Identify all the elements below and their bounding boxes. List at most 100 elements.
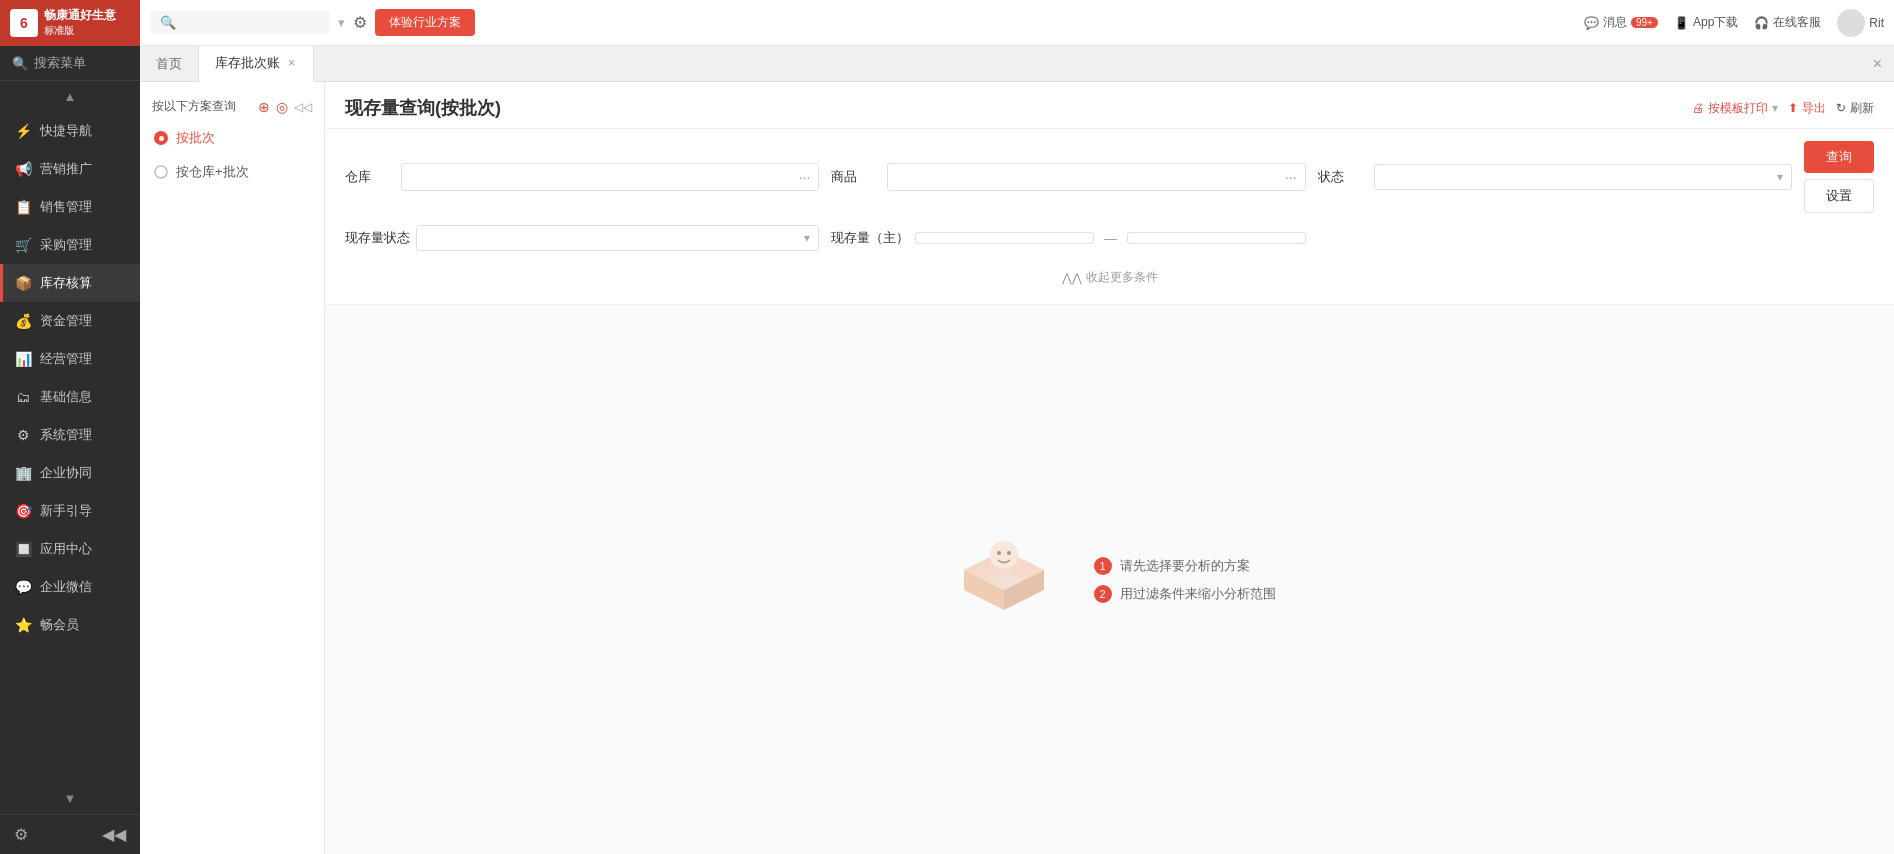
messages-badge: 99+ xyxy=(1631,17,1658,28)
query-button[interactable]: 查询 xyxy=(1804,141,1874,173)
sidebar-item-sales[interactable]: 📋 销售管理 xyxy=(0,188,140,226)
sidebar-item-label: 企业协同 xyxy=(40,464,92,482)
radio-by-batch xyxy=(154,131,168,145)
sidebar-item-label: 营销推广 xyxy=(40,160,92,178)
tab-close-right-icon[interactable]: × xyxy=(1861,46,1894,81)
sidebar-item-finance[interactable]: 💰 资金管理 xyxy=(0,302,140,340)
goods-input[interactable]: ··· xyxy=(887,163,1305,191)
sidebar-item-label: 资金管理 xyxy=(40,312,92,330)
sidebar-item-business[interactable]: 📊 经营管理 xyxy=(0,340,140,378)
query-area: 现存量查询(按批次) 🖨 按模板打印 ▾ ⬆ 导出 ↻ 刷新 xyxy=(325,82,1894,854)
sidebar-nav: ⚡ 快捷导航 📢 营销推广 📋 销售管理 🛒 采购管理 📦 库存核算 💰 资金管… xyxy=(0,112,140,783)
tab-close-icon[interactable]: × xyxy=(286,54,297,72)
enterprise-icon: 🏢 xyxy=(14,464,32,482)
gear-icon[interactable]: ⚙ xyxy=(14,825,28,844)
svg-point-6 xyxy=(997,551,1001,555)
tabbar: 首页 库存批次账 × × xyxy=(140,46,1894,82)
app-name: 畅康通好生意 xyxy=(44,8,116,24)
sidebar-item-enterprise[interactable]: 🏢 企业协同 xyxy=(0,454,140,492)
sidebar-item-basic[interactable]: 🗂 基础信息 xyxy=(0,378,140,416)
stock-qty-dash: — xyxy=(1100,231,1121,246)
filter-row-1: 仓库 ··· 商品 ··· 状态 xyxy=(345,141,1874,213)
experience-btn[interactable]: 体验行业方案 xyxy=(375,9,475,36)
newguide-icon: 🎯 xyxy=(14,502,32,520)
tab-inventory-batch[interactable]: 库存批次账 × xyxy=(199,46,314,82)
stock-qty-max-input[interactable] xyxy=(1127,232,1306,244)
add-scheme-icon[interactable]: ⊕ xyxy=(258,99,270,115)
wechat-icon: 💬 xyxy=(14,578,32,596)
scroll-down-arrow[interactable]: ▼ xyxy=(60,787,81,810)
sales-icon: 📋 xyxy=(14,198,32,216)
stock-status-dropdown-icon[interactable]: ▾ xyxy=(804,231,810,245)
empty-tips: 1 请先选择要分析的方案 2 用过滤条件来缩小分析范围 xyxy=(1094,557,1276,603)
sidebar-item-system[interactable]: ⚙ 系统管理 xyxy=(0,416,140,454)
status-select[interactable]: ▾ xyxy=(1374,164,1792,190)
stock-qty-min-input[interactable] xyxy=(915,232,1094,244)
user-item[interactable]: Rit xyxy=(1837,9,1884,37)
tab-home[interactable]: 首页 xyxy=(140,46,199,81)
warehouse-field: 仓库 ··· xyxy=(345,163,819,191)
collapse-filter-icon[interactable]: ◁◁ xyxy=(294,100,312,114)
settings-icon[interactable]: ⚙ xyxy=(353,13,367,32)
sidebar-item-apps[interactable]: 🔲 应用中心 xyxy=(0,530,140,568)
empty-illustration xyxy=(944,510,1064,649)
messages-item[interactable]: 💬 消息 99+ xyxy=(1584,14,1658,31)
user-name: Rit xyxy=(1869,16,1884,30)
collapse-label: 收起更多条件 xyxy=(1086,269,1158,286)
settings-button[interactable]: 设置 xyxy=(1804,179,1874,213)
sidebar-item-purchase[interactable]: 🛒 采购管理 xyxy=(0,226,140,264)
topbar-search-box[interactable]: 🔍 xyxy=(150,11,330,34)
tab-home-label: 首页 xyxy=(156,55,182,73)
sidebar-item-quick-nav[interactable]: ⚡ 快捷导航 xyxy=(0,112,140,150)
business-icon: 📊 xyxy=(14,350,32,368)
tip-2-num: 2 xyxy=(1094,585,1112,603)
system-icon: ⚙ xyxy=(14,426,32,444)
sidebar-item-wechat[interactable]: 💬 企业微信 xyxy=(0,568,140,606)
dropdown-arrow-icon[interactable]: ▾ xyxy=(338,15,345,30)
warehouse-input[interactable]: ··· xyxy=(401,163,819,191)
goods-ellipsis-icon[interactable]: ··· xyxy=(1285,169,1297,185)
sidebar-search[interactable]: 🔍 搜索菜单 xyxy=(0,46,140,81)
svg-point-7 xyxy=(1007,551,1011,555)
svg-point-5 xyxy=(990,541,1018,569)
sidebar-item-label: 采购管理 xyxy=(40,236,92,254)
sidebar-item-marketing[interactable]: 📢 营销推广 xyxy=(0,150,140,188)
collapse-sidebar-icon[interactable]: ◀◀ xyxy=(102,825,126,844)
collapse-btn[interactable]: ⋀⋀ 收起更多条件 xyxy=(345,263,1874,292)
app-download-label: App下载 xyxy=(1693,14,1738,31)
sidebar-item-label: 基础信息 xyxy=(40,388,92,406)
filter-panel: 按以下方案查询 ⊕ ◎ ◁◁ 按批次 按仓库+批次 xyxy=(140,82,325,854)
print-action[interactable]: 🖨 按模板打印 ▾ xyxy=(1692,100,1778,117)
basic-icon: 🗂 xyxy=(14,388,32,406)
status-dropdown-icon[interactable]: ▾ xyxy=(1777,170,1783,184)
sidebar-item-label: 快捷导航 xyxy=(40,122,92,140)
title-actions: 🖨 按模板打印 ▾ ⬆ 导出 ↻ 刷新 xyxy=(1692,100,1874,117)
export-action[interactable]: ⬆ 导出 xyxy=(1788,100,1826,117)
online-support-item[interactable]: 🎧 在线客服 xyxy=(1754,14,1821,31)
status-label: 状态 xyxy=(1318,168,1368,186)
app-edition: 标准版 xyxy=(44,24,116,38)
export-label: 导出 xyxy=(1802,100,1826,117)
app-download-item[interactable]: 📱 App下载 xyxy=(1674,14,1738,31)
tip-2-text: 用过滤条件来缩小分析范围 xyxy=(1120,585,1276,603)
refresh-action[interactable]: ↻ 刷新 xyxy=(1836,100,1874,117)
print-icon: 🖨 xyxy=(1692,101,1704,115)
filter-scheme-by-batch[interactable]: 按批次 xyxy=(140,121,324,155)
goods-label: 商品 xyxy=(831,168,881,186)
sidebar-item-inventory[interactable]: 📦 库存核算 xyxy=(0,264,140,302)
print-dropdown-icon[interactable]: ▾ xyxy=(1772,101,1778,115)
marketing-icon: 📢 xyxy=(14,160,32,178)
filter-panel-label: 按以下方案查询 xyxy=(152,98,236,115)
empty-tip-2: 2 用过滤条件来缩小分析范围 xyxy=(1094,585,1276,603)
sidebar-item-newguide[interactable]: 🎯 新手引导 xyxy=(0,492,140,530)
warehouse-ellipsis-icon[interactable]: ··· xyxy=(799,169,811,185)
inventory-icon: 📦 xyxy=(14,274,32,292)
messages-label: 消息 xyxy=(1603,14,1627,31)
filter-scheme-by-warehouse-batch[interactable]: 按仓库+批次 xyxy=(140,155,324,189)
filter-row-2: 现存量状态 ▾ 现存量（主） — xyxy=(345,225,1874,251)
sidebar-item-member[interactable]: ⭐ 畅会员 xyxy=(0,606,140,644)
scheme-settings-icon[interactable]: ◎ xyxy=(276,99,288,115)
scroll-up-arrow[interactable]: ▲ xyxy=(60,85,81,108)
tab-active-label: 库存批次账 xyxy=(215,54,280,72)
stock-status-select[interactable]: ▾ xyxy=(416,225,819,251)
